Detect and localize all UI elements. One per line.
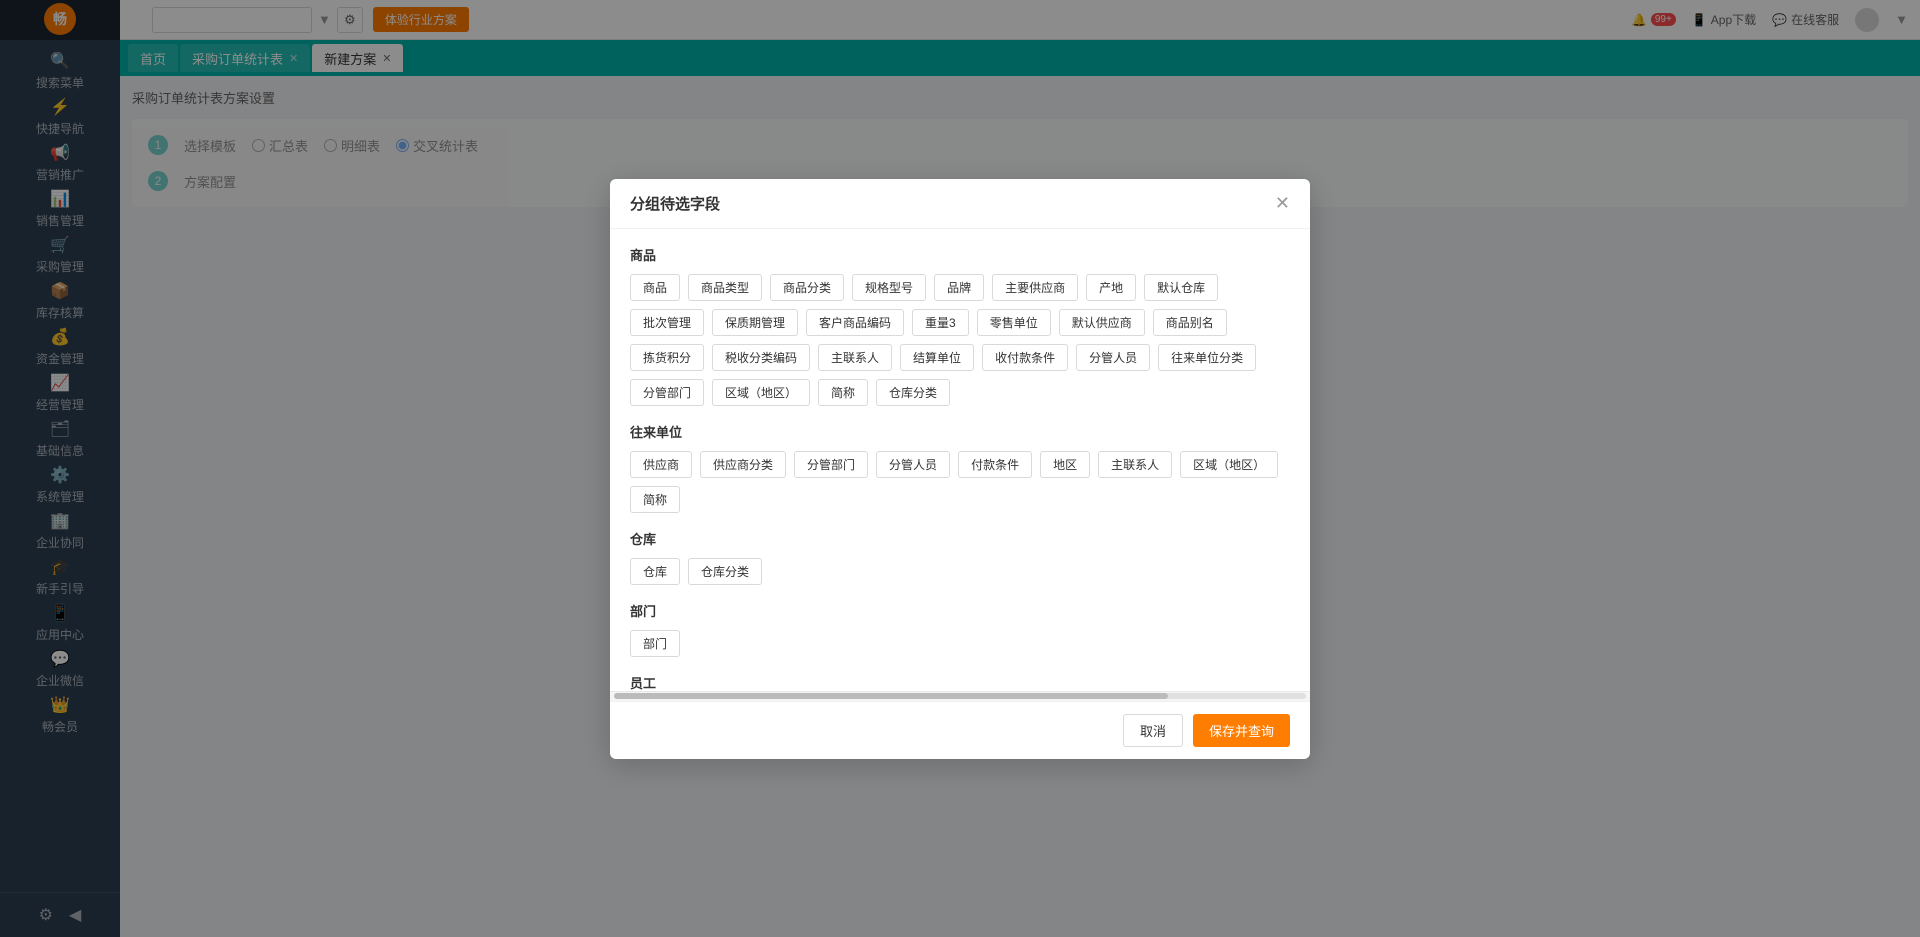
field-tag-settle-unit[interactable]: 结算单位 bbox=[900, 344, 974, 371]
hscroll-track bbox=[614, 693, 1306, 699]
field-tag-warehouse-cat[interactable]: 仓库分类 bbox=[688, 558, 762, 585]
section-department-title: 部门 bbox=[630, 601, 1290, 620]
modal-close-button[interactable]: ✕ bbox=[1275, 194, 1290, 212]
field-tag-manager-partner[interactable]: 分管人员 bbox=[876, 451, 950, 478]
modal-overlay: 分组待选字段 ✕ 商品 商品 商品类型 商品分类 规格型号 品牌 主要供应商 产… bbox=[0, 0, 1920, 937]
field-tag-shelf-life[interactable]: 保质期管理 bbox=[712, 309, 798, 336]
hscroll-thumb bbox=[614, 693, 1168, 699]
field-tag-customer-code[interactable]: 客户商品编码 bbox=[806, 309, 904, 336]
field-tag-batch-mgmt[interactable]: 批次管理 bbox=[630, 309, 704, 336]
modal-header: 分组待选字段 ✕ bbox=[610, 179, 1310, 229]
section-employee: 员工 业务员 bbox=[630, 673, 1290, 691]
section-product-tags: 商品 商品类型 商品分类 规格型号 品牌 主要供应商 产地 默认仓库 批次管理 … bbox=[630, 274, 1290, 406]
field-tag-short-name[interactable]: 简称 bbox=[818, 379, 868, 406]
modal-footer: 取消 保存并查询 bbox=[610, 701, 1310, 759]
field-tag-area[interactable]: 地区 bbox=[1040, 451, 1090, 478]
section-employee-title: 员工 bbox=[630, 673, 1290, 691]
field-tag-product-type[interactable]: 商品类型 bbox=[688, 274, 762, 301]
field-tag-dept-mgmt[interactable]: 分管部门 bbox=[630, 379, 704, 406]
section-product: 商品 商品 商品类型 商品分类 规格型号 品牌 主要供应商 产地 默认仓库 批次… bbox=[630, 245, 1290, 406]
field-tag-spec-model[interactable]: 规格型号 bbox=[852, 274, 926, 301]
section-partner: 往来单位 供应商 供应商分类 分管部门 分管人员 付款条件 地区 主联系人 区域… bbox=[630, 422, 1290, 513]
modal-hscroll[interactable] bbox=[610, 691, 1310, 701]
field-tag-weight3[interactable]: 重量3 bbox=[912, 309, 969, 336]
field-tag-main-contact-partner[interactable]: 主联系人 bbox=[1098, 451, 1172, 478]
field-tag-main-supplier[interactable]: 主要供应商 bbox=[992, 274, 1078, 301]
modal-title: 分组待选字段 bbox=[630, 193, 720, 214]
modal-body[interactable]: 商品 商品 商品类型 商品分类 规格型号 品牌 主要供应商 产地 默认仓库 批次… bbox=[610, 229, 1310, 691]
section-department: 部门 部门 bbox=[630, 601, 1290, 657]
section-warehouse-tags: 仓库 仓库分类 bbox=[630, 558, 1290, 585]
section-warehouse-title: 仓库 bbox=[630, 529, 1290, 548]
field-tag-supplier[interactable]: 供应商 bbox=[630, 451, 692, 478]
field-tag-pick-score[interactable]: 拣货积分 bbox=[630, 344, 704, 371]
section-product-title: 商品 bbox=[630, 245, 1290, 264]
field-tag-default-supplier[interactable]: 默认供应商 bbox=[1059, 309, 1145, 336]
cancel-button[interactable]: 取消 bbox=[1123, 714, 1183, 747]
field-tag-warehouse-category[interactable]: 仓库分类 bbox=[876, 379, 950, 406]
field-tag-payment-terms[interactable]: 收付款条件 bbox=[982, 344, 1068, 371]
field-tag-main-contact[interactable]: 主联系人 bbox=[818, 344, 892, 371]
field-tag-supplier-category[interactable]: 供应商分类 bbox=[700, 451, 786, 478]
field-tag-tax-code[interactable]: 税收分类编码 bbox=[712, 344, 810, 371]
field-tag-product[interactable]: 商品 bbox=[630, 274, 680, 301]
field-tag-warehouse[interactable]: 仓库 bbox=[630, 558, 680, 585]
field-tag-partner-category[interactable]: 往来单位分类 bbox=[1158, 344, 1256, 371]
field-tag-manager[interactable]: 分管人员 bbox=[1076, 344, 1150, 371]
field-tag-region[interactable]: 区域（地区） bbox=[712, 379, 810, 406]
section-partner-title: 往来单位 bbox=[630, 422, 1290, 441]
section-partner-tags: 供应商 供应商分类 分管部门 分管人员 付款条件 地区 主联系人 区域（地区） … bbox=[630, 451, 1290, 513]
modal-dialog: 分组待选字段 ✕ 商品 商品 商品类型 商品分类 规格型号 品牌 主要供应商 产… bbox=[610, 179, 1310, 759]
section-department-tags: 部门 bbox=[630, 630, 1290, 657]
field-tag-payment-cond[interactable]: 付款条件 bbox=[958, 451, 1032, 478]
field-tag-alias[interactable]: 商品别名 bbox=[1153, 309, 1227, 336]
field-tag-department[interactable]: 部门 bbox=[630, 630, 680, 657]
field-tag-short-name-partner[interactable]: 简称 bbox=[630, 486, 680, 513]
field-tag-origin[interactable]: 产地 bbox=[1086, 274, 1136, 301]
field-tag-default-warehouse[interactable]: 默认仓库 bbox=[1144, 274, 1218, 301]
field-tag-dept-partner[interactable]: 分管部门 bbox=[794, 451, 868, 478]
confirm-button[interactable]: 保存并查询 bbox=[1193, 714, 1290, 747]
section-warehouse: 仓库 仓库 仓库分类 bbox=[630, 529, 1290, 585]
field-tag-region-partner[interactable]: 区域（地区） bbox=[1180, 451, 1278, 478]
field-tag-product-category[interactable]: 商品分类 bbox=[770, 274, 844, 301]
field-tag-retail-unit[interactable]: 零售单位 bbox=[977, 309, 1051, 336]
field-tag-brand[interactable]: 品牌 bbox=[934, 274, 984, 301]
